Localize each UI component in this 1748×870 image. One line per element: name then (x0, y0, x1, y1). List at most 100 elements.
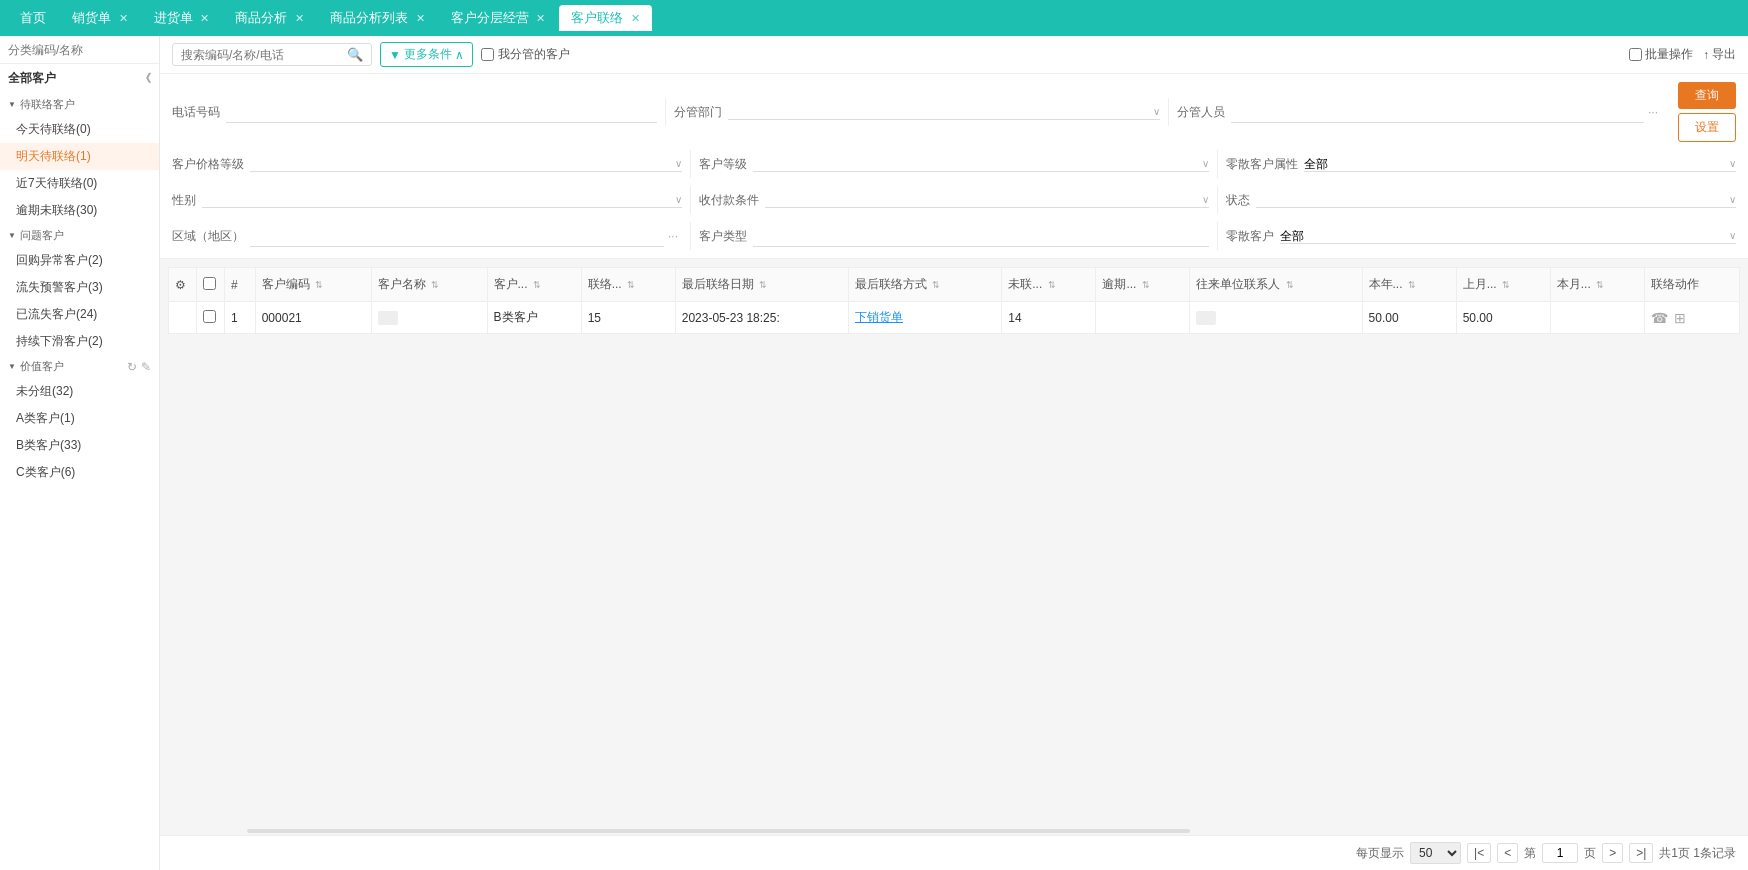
page-input[interactable] (1542, 843, 1578, 863)
phone-input[interactable] (226, 102, 657, 123)
status-select-wrapper: ∨ (1256, 193, 1736, 208)
retail-customer-chevron-icon: ∨ (1729, 230, 1736, 241)
filter-retail-attr: 零散客户属性 全部 ∨ (1226, 156, 1736, 173)
close-customer-tiering-icon[interactable]: ✕ (536, 12, 545, 24)
th-last-contact-method[interactable]: 最后联络方式 ⇅ (848, 268, 1001, 302)
per-page-select[interactable]: 50 10 20 100 (1410, 842, 1461, 864)
close-product-analysis-list-icon[interactable]: ✕ (416, 12, 425, 24)
my-customers-checkbox-area[interactable]: 我分管的客户 (481, 46, 570, 63)
query-button[interactable]: 查询 (1678, 82, 1736, 109)
nav-customer-tiering[interactable]: 客户分层经营 ✕ (439, 5, 558, 31)
nav-customer-contact[interactable]: 客户联络 ✕ (559, 5, 652, 31)
export-button[interactable]: ↑ 导出 (1703, 46, 1736, 63)
table-row: 1 000021 B类客户 15 2023-05-23 18:25: 下销货单 … (169, 302, 1740, 334)
close-purchase-icon[interactable]: ✕ (200, 12, 209, 24)
sidebar-all-customers[interactable]: 全部客户 《 (0, 64, 159, 93)
action-contact-icon[interactable]: ☎ (1651, 310, 1668, 326)
next-page-button[interactable]: > (1602, 843, 1623, 863)
person-label: 分管人员 (1177, 104, 1225, 121)
close-product-analysis-icon[interactable]: ✕ (295, 12, 304, 24)
action-icons: ☎ ⊞ (1651, 310, 1733, 326)
sidebar-item-class-c[interactable]: C类客户(6) (0, 459, 159, 486)
customer-price-select[interactable] (250, 157, 675, 171)
filter-row-3: 性别 ∨ 收付款条件 ∨ 状态 (172, 186, 1736, 214)
th-code[interactable]: 客户编码 ⇅ (255, 268, 371, 302)
select-all-checkbox[interactable] (203, 277, 216, 290)
th-check[interactable] (197, 268, 225, 302)
filter-btn-label: 更多条件 (404, 46, 452, 63)
gender-select[interactable] (202, 193, 675, 207)
sidebar-item-today-pending[interactable]: 今天待联络(0) (0, 116, 159, 143)
td-gear (169, 302, 197, 334)
prev-page-button[interactable]: < (1497, 843, 1518, 863)
sidebar-search-input[interactable] (8, 43, 158, 57)
sidebar-pending-group: 待联络客户 (0, 93, 159, 116)
th-contact[interactable]: 联络... ⇅ (581, 268, 675, 302)
sidebar-item-tomorrow-pending[interactable]: 明天待联络(1) (0, 143, 159, 170)
batch-checkbox[interactable] (1629, 48, 1642, 61)
th-year-amount[interactable]: 本年... ⇅ (1362, 268, 1456, 302)
filter-panel: 电话号码 分管部门 ∨ 分管人员 ··· (160, 74, 1748, 259)
region-input[interactable] (250, 226, 664, 247)
first-page-button[interactable]: |< (1467, 843, 1491, 863)
nav-home[interactable]: 首页 (8, 5, 58, 31)
sidebar-item-ungrouped[interactable]: 未分组(32) (0, 378, 159, 405)
sidebar-item-churn-warning[interactable]: 流失预警客户(3) (0, 274, 159, 301)
sidebar-item-class-b[interactable]: B类客户(33) (0, 432, 159, 459)
batch-operation-button[interactable]: 批量操作 (1629, 46, 1693, 63)
customer-type-input[interactable] (753, 226, 1209, 247)
th-unit-contact[interactable]: 往来单位联系人 ⇅ (1190, 268, 1362, 302)
th-action: 联络动作 (1644, 268, 1739, 302)
more-filter-button[interactable]: ▼ 更多条件 ∧ (380, 42, 473, 67)
reset-button[interactable]: 设置 (1678, 113, 1736, 142)
sidebar-item-class-a[interactable]: A类客户(1) (0, 405, 159, 432)
sidebar-collapse-icon[interactable]: 《 (140, 71, 151, 86)
my-customers-checkbox[interactable] (481, 48, 494, 61)
th-uncontacted[interactable]: 未联... ⇅ (1002, 268, 1096, 302)
nav-product-analysis-list[interactable]: 商品分析列表 ✕ (318, 5, 437, 31)
close-sales-icon[interactable]: ✕ (119, 12, 128, 24)
my-customers-label: 我分管的客户 (498, 46, 570, 63)
filter-row-2: 客户价格等级 ∨ 客户等级 ∨ 零散客户属性 (172, 150, 1736, 178)
retail-customer-select[interactable]: 全部 (1280, 229, 1729, 243)
last-contact-method-link[interactable]: 下销货单 (855, 310, 903, 324)
sidebar-item-continuous-decline[interactable]: 持续下滑客户(2) (0, 328, 159, 355)
search-icon[interactable]: 🔍 (347, 47, 363, 62)
nav-product-analysis[interactable]: 商品分析 ✕ (223, 5, 316, 31)
payment-select[interactable] (765, 193, 1202, 207)
last-page-button[interactable]: >| (1629, 843, 1653, 863)
th-type[interactable]: 客户... ⇅ (487, 268, 581, 302)
sidebar-item-repurchase-abnormal[interactable]: 回购异常客户(2) (0, 247, 159, 274)
sidebar-item-7days-pending[interactable]: 近7天待联络(0) (0, 170, 159, 197)
nav-sales[interactable]: 销货单 ✕ (60, 5, 140, 31)
table-header-row: ⚙ # 客户编码 ⇅ 客户名称 ⇅ 客户... ⇅ 联络... ⇅ 最后联络日期… (169, 268, 1740, 302)
td-year-amount: 50.00 (1362, 302, 1456, 334)
close-customer-contact-icon[interactable]: ✕ (631, 12, 640, 24)
th-this-month[interactable]: 本月... ⇅ (1550, 268, 1644, 302)
region-dots-icon[interactable]: ··· (664, 229, 682, 243)
value-group-refresh-icon[interactable]: ↻ (127, 360, 137, 374)
dept-select[interactable] (728, 105, 1152, 119)
th-last-contact-date[interactable]: 最后联络日期 ⇅ (675, 268, 848, 302)
person-input[interactable] (1231, 102, 1644, 123)
th-overdue[interactable]: 逾期... ⇅ (1096, 268, 1190, 302)
action-more-icon[interactable]: ⊞ (1674, 310, 1686, 326)
th-gear[interactable]: ⚙ (169, 268, 197, 302)
value-group-edit-icon[interactable]: ✎ (141, 360, 151, 374)
sidebar-search-area: 🔍 (0, 36, 159, 64)
th-name[interactable]: 客户名称 ⇅ (371, 268, 487, 302)
td-check[interactable] (197, 302, 225, 334)
sidebar-item-churned[interactable]: 已流失客户(24) (0, 301, 159, 328)
search-input[interactable] (181, 48, 347, 62)
status-select[interactable] (1256, 193, 1729, 207)
td-last-contact-method[interactable]: 下销货单 (848, 302, 1001, 334)
sidebar-item-overdue-pending[interactable]: 逾期未联络(30) (0, 197, 159, 224)
th-last-month[interactable]: 上月... ⇅ (1456, 268, 1550, 302)
nav-purchase[interactable]: 进货单 ✕ (142, 5, 222, 31)
customer-level-select[interactable] (753, 157, 1202, 171)
row-checkbox[interactable] (203, 310, 216, 323)
per-page-label: 每页显示 (1356, 845, 1404, 862)
filter-status: 状态 ∨ (1226, 192, 1736, 209)
retail-attr-select[interactable]: 全部 (1304, 157, 1729, 171)
person-dots-icon[interactable]: ··· (1644, 105, 1662, 119)
